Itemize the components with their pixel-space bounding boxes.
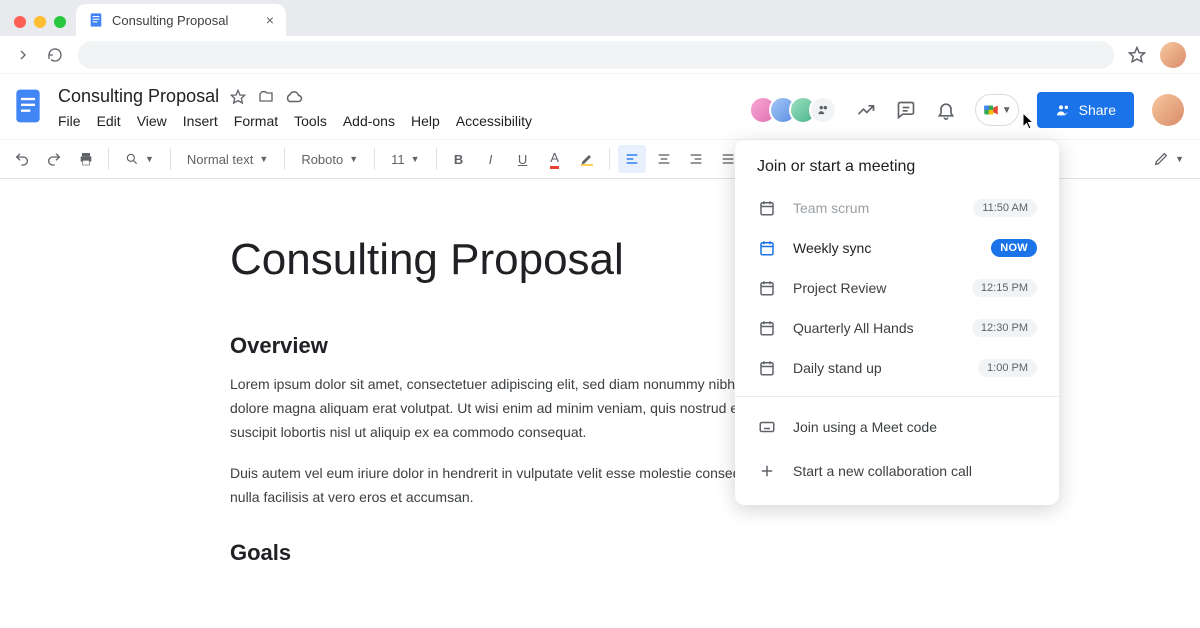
forward-icon[interactable]	[14, 46, 32, 64]
close-window-icon[interactable]	[14, 16, 26, 28]
bold-icon[interactable]: B	[445, 145, 473, 173]
menu-accessibility[interactable]: Accessibility	[456, 113, 532, 129]
meeting-name: Quarterly All Hands	[793, 320, 956, 336]
meet-dropdown-button[interactable]: ▼	[975, 94, 1019, 126]
underline-icon[interactable]: U	[509, 145, 537, 173]
editing-mode-dropdown[interactable]: ▼	[1145, 145, 1192, 173]
italic-icon[interactable]: I	[477, 145, 505, 173]
meeting-name: Team scrum	[793, 200, 957, 216]
calendar-icon	[757, 198, 777, 218]
menu-bar: File Edit View Insert Format Tools Add-o…	[58, 109, 532, 129]
menu-tools[interactable]: Tools	[294, 113, 327, 129]
browser-profile-avatar[interactable]	[1160, 42, 1186, 68]
meeting-item-team-scrum[interactable]: Team scrum 11:50 AM	[735, 188, 1059, 228]
undo-icon[interactable]	[8, 145, 36, 173]
menu-edit[interactable]: Edit	[97, 113, 121, 129]
menu-file[interactable]: File	[58, 113, 81, 129]
menu-insert[interactable]: Insert	[183, 113, 218, 129]
fullscreen-window-icon[interactable]	[54, 16, 66, 28]
document-title[interactable]: Consulting Proposal	[58, 86, 219, 107]
meeting-time: 12:30 PM	[972, 319, 1037, 337]
browser-tab[interactable]: Consulting Proposal ×	[76, 4, 286, 36]
bookmark-star-icon[interactable]	[1128, 46, 1146, 64]
browser-toolbar	[0, 36, 1200, 74]
activity-icon[interactable]	[855, 99, 877, 121]
meeting-time: 12:15 PM	[972, 279, 1037, 297]
move-folder-icon[interactable]	[257, 88, 275, 106]
print-icon[interactable]	[72, 145, 100, 173]
calendar-icon	[757, 358, 777, 378]
meeting-time: 1:00 PM	[978, 359, 1037, 377]
font-size-dropdown[interactable]: 11▼	[383, 145, 427, 173]
docs-favicon-icon	[88, 12, 104, 28]
highlight-color-icon[interactable]	[573, 145, 601, 173]
reload-icon[interactable]	[46, 46, 64, 64]
meeting-name: Daily stand up	[793, 360, 962, 376]
menu-addons[interactable]: Add-ons	[343, 113, 395, 129]
start-call-label: Start a new collaboration call	[793, 463, 972, 479]
join-with-code-button[interactable]: Join using a Meet code	[735, 405, 1059, 449]
calendar-icon	[757, 238, 777, 258]
menu-help[interactable]: Help	[411, 113, 440, 129]
collaborator-avatars[interactable]	[749, 96, 837, 124]
text-color-icon[interactable]: A	[541, 145, 569, 173]
star-icon[interactable]	[229, 88, 247, 106]
meet-popover-title: Join or start a meeting	[735, 158, 1059, 188]
meeting-item-weekly-sync[interactable]: Weekly sync NOW	[735, 228, 1059, 268]
minimize-window-icon[interactable]	[34, 16, 46, 28]
meeting-name: Project Review	[793, 280, 956, 296]
share-label: Share	[1079, 102, 1116, 118]
docs-header: Consulting Proposal File Edit View Inser…	[0, 74, 1200, 129]
meeting-time: 11:50 AM	[973, 199, 1037, 217]
start-new-call-button[interactable]: Start a new collaboration call	[735, 449, 1059, 493]
keyboard-icon	[757, 417, 777, 437]
font-family-dropdown[interactable]: Roboto▼	[293, 145, 366, 173]
cloud-saved-icon[interactable]	[285, 88, 303, 106]
tab-close-icon[interactable]: ×	[266, 12, 274, 28]
document-heading-2[interactable]: Goals	[230, 540, 970, 566]
plus-icon	[757, 461, 777, 481]
address-bar[interactable]	[78, 41, 1114, 69]
meeting-item-project-review[interactable]: Project Review 12:15 PM	[735, 268, 1059, 308]
docs-logo-icon[interactable]	[12, 86, 44, 126]
redo-icon[interactable]	[40, 145, 68, 173]
tab-title: Consulting Proposal	[112, 13, 228, 28]
meeting-time-now-badge: NOW	[991, 239, 1037, 257]
align-left-icon[interactable]	[618, 145, 646, 173]
account-avatar[interactable]	[1152, 94, 1184, 126]
meeting-item-daily-stand-up[interactable]: Daily stand up 1:00 PM	[735, 348, 1059, 388]
browser-chrome: Consulting Proposal ×	[0, 0, 1200, 74]
anonymous-badge[interactable]	[809, 96, 837, 124]
window-controls[interactable]	[8, 16, 76, 36]
paragraph-style-dropdown[interactable]: Normal text▼	[179, 145, 276, 173]
align-center-icon[interactable]	[650, 145, 678, 173]
comments-icon[interactable]	[895, 99, 917, 121]
meeting-name: Weekly sync	[793, 240, 975, 256]
tab-strip: Consulting Proposal ×	[0, 0, 1200, 36]
menu-view[interactable]: View	[137, 113, 167, 129]
zoom-dropdown[interactable]: ▼	[117, 145, 162, 173]
notifications-bell-icon[interactable]	[935, 99, 957, 121]
people-icon	[1055, 102, 1071, 118]
calendar-icon	[757, 318, 777, 338]
share-button[interactable]: Share	[1037, 92, 1134, 128]
calendar-icon	[757, 278, 777, 298]
meet-popover: Join or start a meeting Team scrum 11:50…	[735, 140, 1059, 505]
separator	[735, 396, 1059, 397]
meeting-item-quarterly-all-hands[interactable]: Quarterly All Hands 12:30 PM	[735, 308, 1059, 348]
join-code-label: Join using a Meet code	[793, 419, 937, 435]
chevron-down-icon: ▼	[1002, 105, 1012, 116]
meet-icon	[982, 101, 1000, 119]
align-right-icon[interactable]	[682, 145, 710, 173]
menu-format[interactable]: Format	[234, 113, 278, 129]
